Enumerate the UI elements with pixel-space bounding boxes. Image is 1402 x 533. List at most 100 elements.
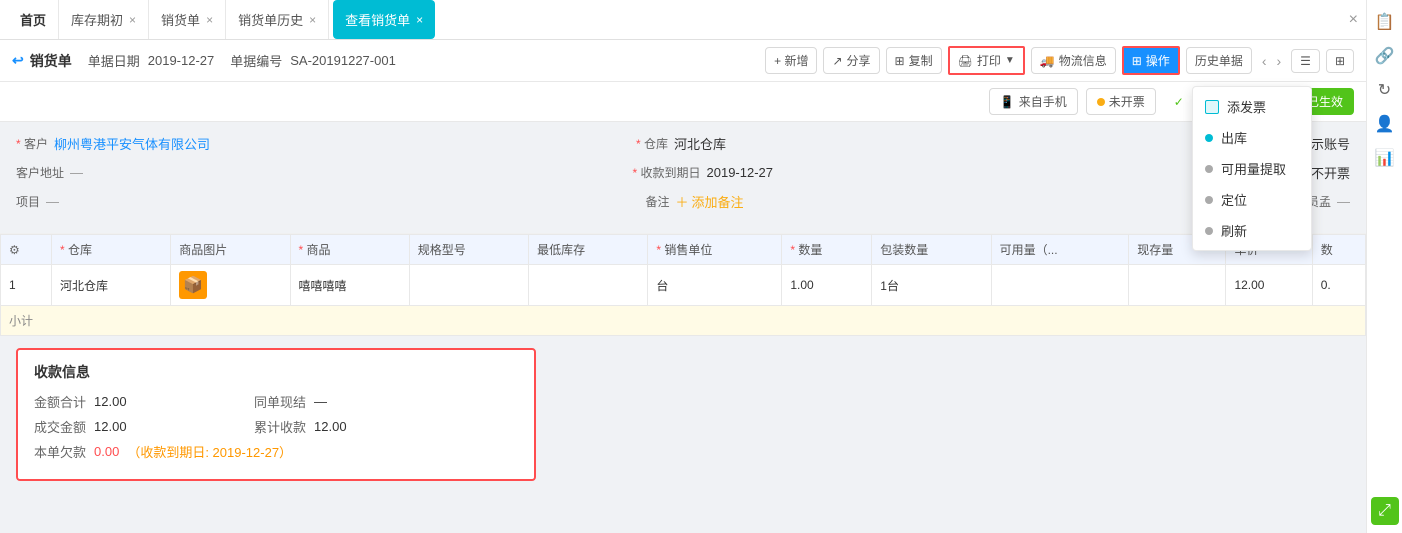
add-invoice-icon — [1205, 100, 1219, 114]
refresh-dot — [1205, 227, 1213, 235]
sidebar-user-icon[interactable]: 👤 — [1371, 110, 1399, 138]
row-pack-qty: 1台 — [872, 265, 991, 306]
dropdown-available-qty[interactable]: 可用量提取 — [1193, 153, 1311, 184]
col-warehouse: 仓库 — [51, 235, 170, 265]
tab-inventory-close[interactable]: × — [129, 13, 136, 27]
payment-box-title: 收款信息 — [34, 362, 518, 382]
form-section: 客户 柳州粤港平安气体有限公司 仓库 河北仓库 业务员 演示账号 客户地址 — … — [0, 122, 1366, 234]
sidebar-refresh-icon[interactable]: ↻ — [1371, 76, 1399, 104]
doc-title-text: 销货单 — [30, 51, 72, 71]
form-row-3: 项目 — 备注 ＋ 添加备注 业务员孟 — — [16, 192, 1350, 211]
same-order-label: 同单现结 — [254, 392, 306, 411]
not-open-button[interactable]: 未开票 — [1086, 88, 1156, 115]
same-order-value: — — [314, 394, 327, 409]
dropdown-add-invoice[interactable]: 添发票 — [1193, 91, 1311, 122]
col-image: 商品图片 — [171, 235, 290, 265]
doc-meta: 单据日期 2019-12-27 单据编号 SA-20191227-001 — [88, 51, 396, 70]
col-gear[interactable]: ⚙ — [1, 235, 52, 265]
subtotal-label: 小计 — [1, 306, 1366, 336]
customer-field: 客户 柳州粤港平安气体有限公司 — [16, 134, 612, 153]
tab-sales[interactable]: 销货单 × — [149, 0, 226, 39]
doc-no-label: 单据编号 SA-20191227-001 — [230, 51, 396, 70]
col-spec: 规格型号 — [409, 235, 528, 265]
window-close-button[interactable]: × — [1349, 11, 1358, 29]
sidebar-expand-icon[interactable]: ⤢ — [1371, 497, 1399, 525]
tab-bar: 首页 库存期初 × 销货单 × 销货单历史 × 查看销货单 × × — [0, 0, 1366, 40]
dropdown-outbound[interactable]: 出库 — [1193, 122, 1311, 153]
dropdown-refresh[interactable]: 刷新 — [1193, 215, 1311, 246]
check-icon-button[interactable]: ✓ — [1164, 91, 1194, 113]
row-amount: 0. — [1312, 265, 1365, 306]
view-grid-button[interactable]: ⊞ — [1326, 49, 1354, 73]
not-open-dot — [1097, 98, 1105, 106]
tab-sales-close[interactable]: × — [206, 13, 213, 27]
note-label: 备注 — [645, 193, 669, 210]
share-button[interactable]: ↗ 分享 — [823, 47, 879, 74]
row-image: 📦 — [171, 265, 290, 306]
row-unit: 台 — [648, 265, 782, 306]
new-button[interactable]: + 新增 — [765, 47, 817, 74]
tab-view-sales-close[interactable]: × — [416, 13, 423, 27]
overdue-label: 本单欠款 — [34, 442, 86, 461]
history-button[interactable]: 历史单据 — [1186, 47, 1252, 74]
operation-button[interactable]: ⊞ 操作 — [1122, 46, 1180, 75]
cumulative-field: 累计收款 12.00 — [254, 417, 434, 436]
logistics-button[interactable]: 🚚 物流信息 — [1031, 47, 1116, 74]
payment-date-field: 收款到期日 2019-12-27 — [632, 164, 1224, 181]
sidebar-doc-icon[interactable]: 📋 — [1371, 8, 1399, 36]
doc-title: ↩ 销货单 — [12, 51, 72, 71]
next-arrow[interactable]: › — [1273, 51, 1286, 71]
staff2-value: — — [1337, 194, 1350, 209]
add-note-button[interactable]: ＋ 添加备注 — [676, 192, 744, 211]
overdue-value: 0.00 — [94, 444, 119, 459]
warehouse-field: 仓库 河北仓库 — [636, 134, 1232, 153]
table-row: 1 河北仓库 📦 嘻嘻嘻嘻 台 1.00 1台 12.00 0. — [1, 265, 1366, 306]
cumulative-label: 累计收款 — [254, 417, 306, 436]
product-table: ⚙ 仓库 商品图片 商品 规格型号 最低库存 销售单位 数量 包装数量 可用量（… — [0, 234, 1366, 336]
sidebar-chart-icon[interactable]: 📊 — [1371, 144, 1399, 172]
customer-value[interactable]: 柳州粤港平安气体有限公司 — [54, 134, 210, 153]
nav-arrows: ‹ › — [1258, 51, 1285, 71]
row-qty: 1.00 — [782, 265, 872, 306]
plus-icon: ＋ — [676, 192, 689, 211]
warehouse-value: 河北仓库 — [674, 134, 726, 153]
product-table-container: ⚙ 仓库 商品图片 商品 规格型号 最低库存 销售单位 数量 包装数量 可用量（… — [0, 234, 1366, 336]
address-value: — — [70, 165, 83, 180]
row-index: 1 — [1, 265, 52, 306]
operation-dropdown: 添发票 出库 可用量提取 定位 刷新 — [1192, 86, 1312, 251]
sidebar-link-icon[interactable]: 🔗 — [1371, 42, 1399, 70]
cumulative-value: 12.00 — [314, 419, 347, 434]
col-qty: 数量 — [782, 235, 872, 265]
col-product: 商品 — [290, 235, 409, 265]
prev-arrow[interactable]: ‹ — [1258, 51, 1271, 71]
same-order-field: 同单现结 — — [254, 392, 434, 411]
product-image: 📦 — [179, 271, 207, 299]
tab-history-close[interactable]: × — [309, 13, 316, 27]
tab-history[interactable]: 销货单历史 × — [226, 0, 329, 39]
customer-label: 客户 — [16, 135, 48, 152]
tab-inventory[interactable]: 库存期初 × — [59, 0, 149, 39]
deal-amount-value: 12.00 — [94, 419, 127, 434]
from-phone-button[interactable]: 📱 来自手机 — [989, 88, 1078, 115]
deal-amount-field: 成交金额 12.00 — [34, 417, 214, 436]
total-amount-field: 金额合计 12.00 — [34, 392, 214, 411]
print-button[interactable]: 🖨 打印 ▼ — [948, 46, 1025, 75]
dropdown-locate[interactable]: 定位 — [1193, 184, 1311, 215]
overdue-note: （收款到期日: 2019-12-27） — [127, 442, 292, 461]
tab-view-sales[interactable]: 查看销货单 × — [333, 0, 435, 39]
print-icon: 🖨 — [958, 54, 973, 68]
doc-date-label: 单据日期 2019-12-27 — [88, 51, 215, 70]
locate-dot — [1205, 196, 1213, 204]
col-available: 可用量（... — [991, 235, 1129, 265]
total-amount-label: 金额合计 — [34, 392, 86, 411]
print-dropdown-arrow: ▼ — [1005, 55, 1015, 66]
tab-home[interactable]: 首页 — [8, 0, 59, 39]
row-available — [991, 265, 1129, 306]
form-row-1: 客户 柳州粤港平安气体有限公司 仓库 河北仓库 业务员 演示账号 — [16, 134, 1350, 153]
phone-icon: 📱 — [1000, 95, 1015, 109]
copy-button[interactable]: ⊞ 复制 — [886, 47, 942, 74]
project-field: 项目 — — [16, 193, 621, 210]
view-list-button[interactable]: ☰ — [1291, 49, 1320, 73]
deal-amount-label: 成交金额 — [34, 417, 86, 436]
col-pack-qty: 包装数量 — [872, 235, 991, 265]
